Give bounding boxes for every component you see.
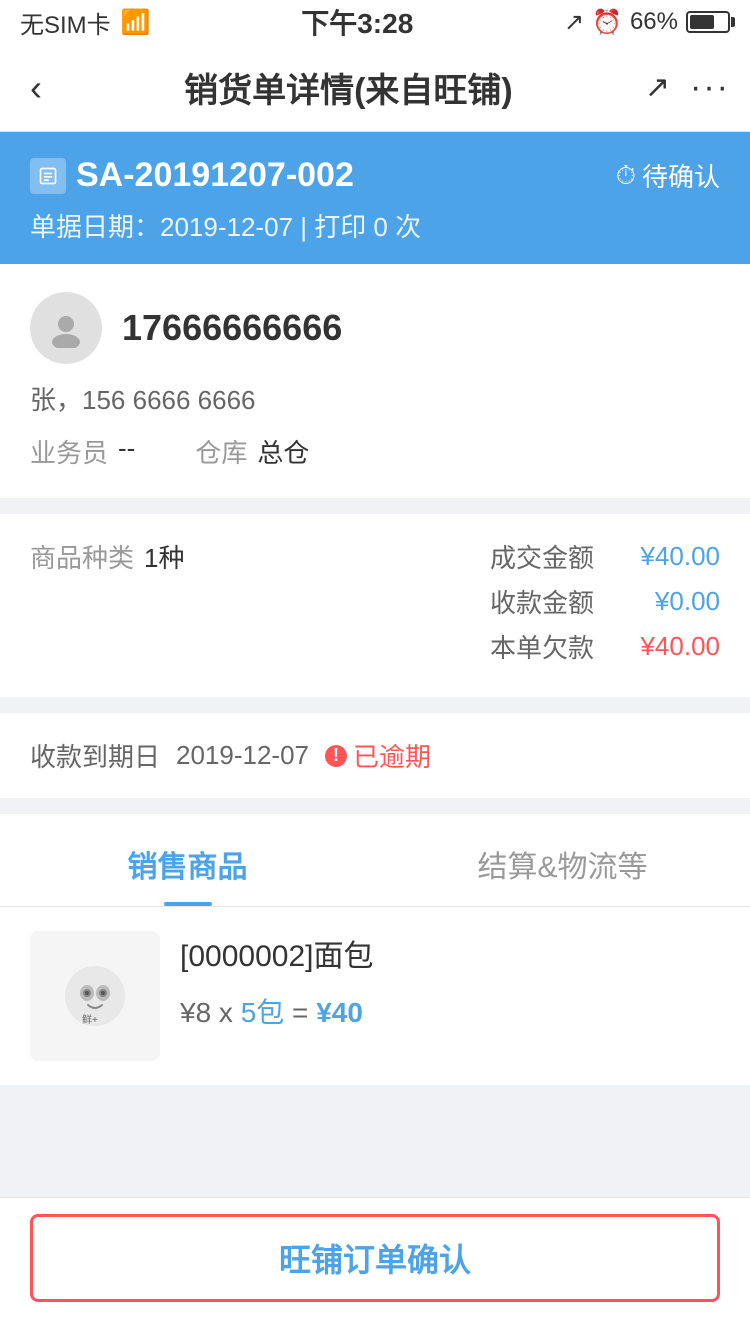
product-name: [0000002]面包 [180, 931, 720, 975]
customer-top: 17666666666 [30, 292, 720, 364]
order-id: SA-20191207-002 [30, 156, 354, 195]
received-amount-row: 收款金额 ¥0.00 [490, 583, 720, 620]
order-date: 单据日期：2019-12-07 | 打印 0 次 [30, 207, 720, 244]
nav-bar: ‹ 销货单详情(来自旺铺) ↗ ··· [0, 44, 750, 132]
received-amount-value: ¥0.00 [610, 586, 720, 617]
status-left: 无SIM卡 📶 [20, 5, 151, 40]
product-image: 鲜+ [30, 931, 160, 1061]
confirm-button[interactable]: 旺铺订单确认 [30, 1214, 720, 1302]
due-card: 收款到期日 2019-12-07 ! 已逾期 [0, 713, 750, 798]
warehouse-value: 总仓 [257, 433, 309, 470]
price-total: ¥40 [316, 997, 363, 1028]
overdue-icon: ! [325, 745, 347, 767]
battery-percent: 66% [630, 8, 678, 36]
salesperson-value: -- [118, 433, 135, 470]
battery-icon [686, 11, 730, 33]
tabs-container: 销售商品 结算&物流等 [0, 814, 750, 907]
warehouse-label: 仓库 [195, 433, 247, 470]
due-date: 2019-12-07 [176, 740, 309, 771]
order-id-icon [30, 158, 66, 194]
debt-amount-label: 本单欠款 [490, 628, 594, 665]
share-button[interactable]: ↗ [645, 70, 670, 105]
warehouse-item: 仓库 总仓 [195, 433, 309, 470]
product-types-value: 1种 [144, 538, 184, 575]
received-amount-label: 收款金额 [490, 583, 594, 620]
product-item: 鲜+ [0000002]面包 ¥8 x 5包 = ¥40 [30, 931, 720, 1061]
product-price: ¥8 x 5包 = ¥40 [180, 991, 720, 1031]
amounts: 成交金额 ¥40.00 收款金额 ¥0.00 本单欠款 ¥40.00 [490, 538, 720, 673]
alarm-icon: ⏰ [592, 8, 622, 37]
status-clock-icon: ⏱ [616, 160, 636, 192]
transaction-amount-row: 成交金额 ¥40.00 [490, 538, 720, 575]
svg-text:鲜+: 鲜+ [82, 1013, 98, 1026]
customer-meta: 业务员 -- 仓库 总仓 [30, 433, 720, 470]
overdue-text: 已逾期 [353, 737, 431, 774]
location-icon: ↗ [564, 8, 584, 37]
page-title: 销货单详情(来自旺铺) [52, 63, 645, 112]
more-button[interactable]: ··· [690, 68, 730, 107]
header-card: SA-20191207-002 ⏱ 待确认 单据日期：2019-12-07 | … [0, 132, 750, 264]
status-text: 待确认 [642, 157, 720, 194]
summary-card: 商品种类 1种 成交金额 ¥40.00 收款金额 ¥0.00 本单欠款 ¥40.… [0, 514, 750, 697]
customer-card: 17666666666 张，156 6666 6666 业务员 -- 仓库 总仓 [0, 264, 750, 498]
header-top: SA-20191207-002 ⏱ 待确认 [30, 156, 720, 195]
tab-sales-products-label: 销售商品 [128, 851, 248, 884]
price-label: ¥8 x [180, 997, 241, 1028]
status-time: 下午3:28 [301, 2, 413, 42]
transaction-amount-label: 成交金额 [490, 538, 594, 575]
debt-amount-row: 本单欠款 ¥40.00 [490, 628, 720, 665]
carrier-text: 无SIM卡 [20, 5, 111, 40]
bottom-bar: 旺铺订单确认 [0, 1197, 750, 1334]
status-right: ↗ ⏰ 66% [564, 8, 730, 37]
customer-phone: 17666666666 [122, 307, 342, 349]
avatar [30, 292, 102, 364]
product-types: 商品种类 1种 [30, 538, 184, 575]
order-id-text: SA-20191207-002 [76, 156, 354, 195]
status-bar: 无SIM卡 📶 下午3:28 ↗ ⏰ 66% [0, 0, 750, 44]
tab-sales-products[interactable]: 销售商品 [0, 814, 375, 906]
salesperson-label: 业务员 [30, 433, 108, 470]
overdue-badge: ! 已逾期 [325, 737, 431, 774]
transaction-amount-value: ¥40.00 [610, 541, 720, 572]
price-qty: 5包 [241, 997, 285, 1028]
due-label: 收款到期日 [30, 737, 160, 774]
price-separator: = [284, 997, 316, 1028]
product-list: 鲜+ [0000002]面包 ¥8 x 5包 = ¥40 [0, 907, 750, 1085]
salesperson-item: 业务员 -- [30, 433, 135, 470]
customer-contact: 张，156 6666 6666 [30, 380, 720, 417]
tab-settlement[interactable]: 结算&物流等 [375, 814, 750, 906]
wifi-icon: 📶 [121, 8, 151, 37]
debt-amount-value: ¥40.00 [610, 631, 720, 662]
nav-actions: ↗ ··· [645, 68, 730, 107]
product-types-label: 商品种类 [30, 538, 134, 575]
back-button[interactable]: ‹ [20, 57, 52, 119]
order-status: ⏱ 待确认 [616, 157, 720, 194]
tab-settlement-label: 结算&物流等 [477, 851, 647, 884]
product-info: [0000002]面包 ¥8 x 5包 = ¥40 [180, 931, 720, 1031]
